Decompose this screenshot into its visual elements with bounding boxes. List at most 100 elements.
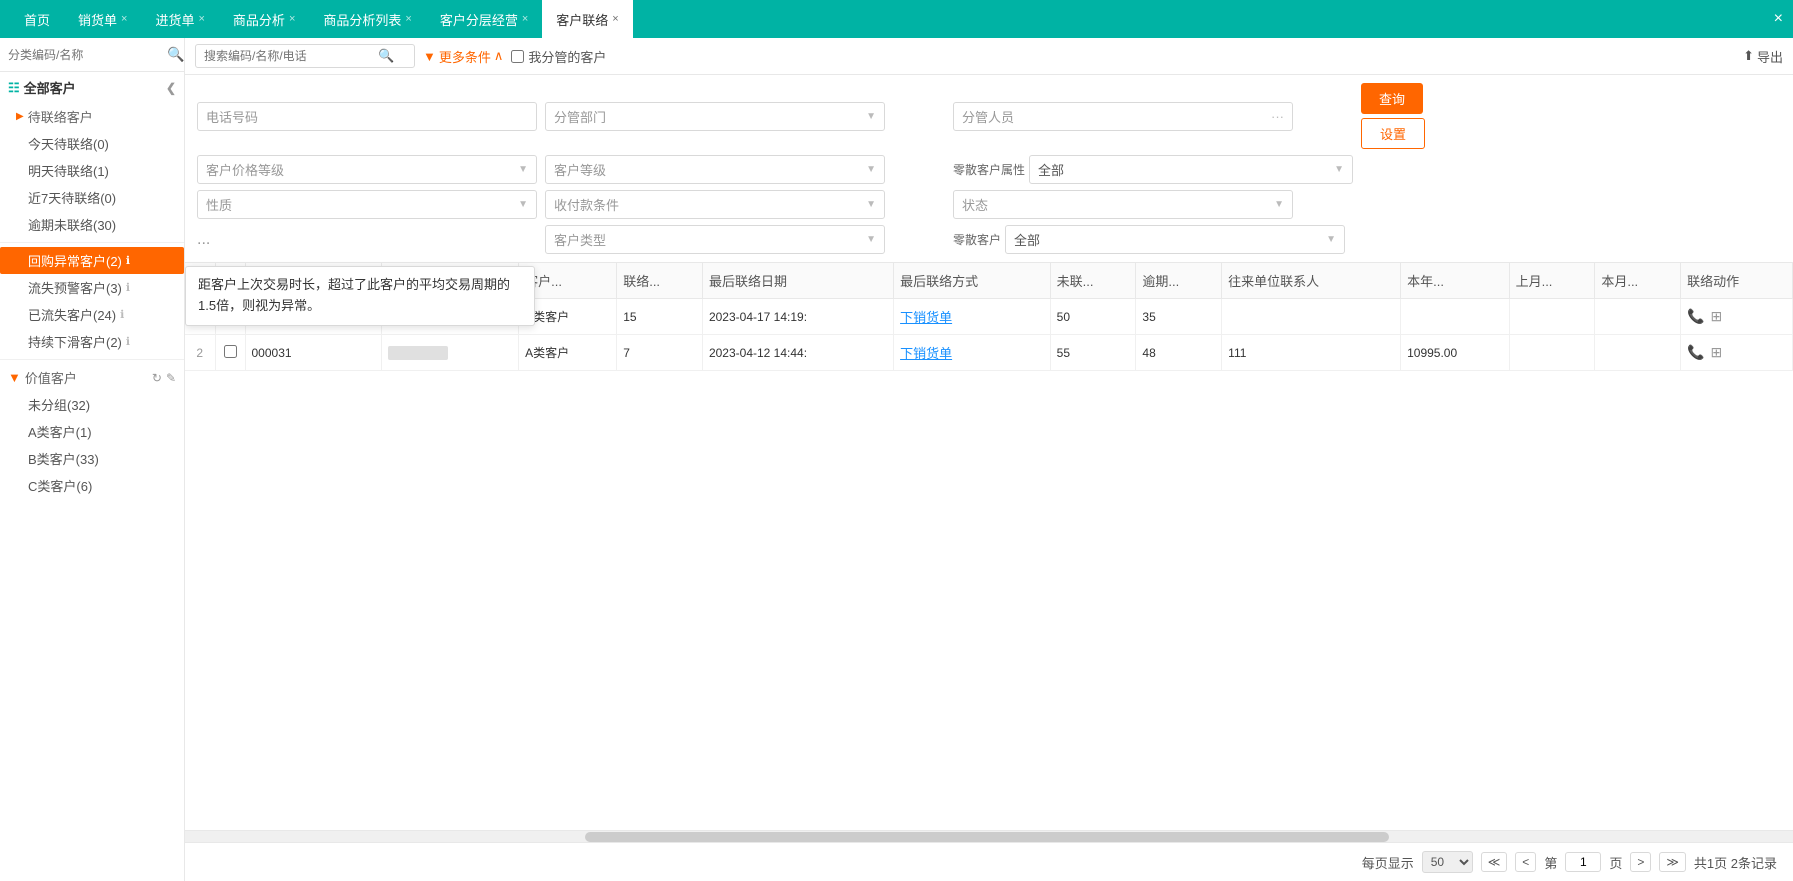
status-field[interactable]: 状态 ▼ <box>953 190 1293 219</box>
next-page-button[interactable]: > <box>1630 852 1651 872</box>
customer-level-field[interactable]: 客户等级 ▼ <box>545 155 885 184</box>
cell-not-contact: 50 <box>1050 299 1136 335</box>
sidebar-item-today[interactable]: 今天待联络(0) <box>0 130 184 157</box>
sidebar-item-churned[interactable]: 已流失客户(24) ℹ <box>0 301 184 328</box>
cell-checkbox <box>215 335 245 371</box>
more-conditions-button[interactable]: ▼ 更多条件 ∧ <box>423 47 503 66</box>
nav-tab-analysis-list[interactable]: 商品分析列表 × <box>309 0 425 38</box>
sidebar-item-c-class[interactable]: C类客户(6) <box>0 472 184 499</box>
export-button[interactable]: ⬆ 导出 <box>1743 47 1783 66</box>
cell-unit-contact: 111 <box>1222 335 1401 371</box>
more-filters-dots[interactable]: ... <box>197 231 210 249</box>
contact-action-icon[interactable]: 📞 <box>1687 308 1704 325</box>
scrollbar-thumb[interactable] <box>585 832 1389 842</box>
nav-tab-customer-layer[interactable]: 客户分层经营 × <box>426 0 542 38</box>
refresh-icon[interactable]: ↻ <box>152 371 162 385</box>
contact-action-icon[interactable]: 📞 <box>1687 344 1704 361</box>
gender-field[interactable]: 性质 ▼ <box>197 190 537 219</box>
retail-customer-field[interactable]: 全部 ▼ <box>1005 225 1345 254</box>
more-action-icon[interactable]: ⊞ <box>1711 308 1723 325</box>
sidebar-item-tomorrow[interactable]: 明天待联络(1) <box>0 157 184 184</box>
cell-overdue: 48 <box>1136 335 1222 371</box>
row-checkbox[interactable] <box>224 345 237 358</box>
dropdown-icon: ▼ <box>866 234 876 245</box>
sidebar-item-overdue[interactable]: 逾期未联络(30) <box>0 211 184 238</box>
nav-tab-purchase[interactable]: 进货单 × <box>141 0 218 38</box>
nav-tab-sales[interactable]: 销货单 × <box>64 0 141 38</box>
retail-customer-label: 零散客户 <box>953 231 1001 248</box>
filter-icon: ▼ <box>423 49 436 64</box>
close-icon[interactable]: × <box>405 13 411 25</box>
filter-row-1: 电话号码 分管部门 ▼ 分管人员 ··· 查询 <box>197 83 1781 149</box>
export-icon: ⬆ <box>1743 48 1754 64</box>
close-icon[interactable]: × <box>522 13 528 25</box>
pagination-bar: 每页显示 50 100 200 ≪ < 第 页 > ≫ 共1页 2条记录 <box>185 842 1793 881</box>
edit-icon[interactable]: ✎ <box>166 371 176 385</box>
filter-row-2: 客户价格等级 ▼ 客户等级 ▼ 零散客户属性 全部 ▼ <box>197 155 1781 184</box>
close-icon[interactable]: × <box>121 13 127 25</box>
customer-type-field[interactable]: 客户类型 ▼ <box>545 225 885 254</box>
sidebar-item-churn-warning[interactable]: 流失预警客户(3) ℹ <box>0 274 184 301</box>
retail-attr-field[interactable]: 全部 ▼ <box>1029 155 1353 184</box>
page-number-input[interactable] <box>1565 852 1601 872</box>
manager-field[interactable]: 分管人员 ··· <box>953 102 1293 131</box>
more-action-icon[interactable]: ⊞ <box>1711 344 1723 361</box>
sidebar-all-customers[interactable]: ☷ 全部客户 ❮ <box>0 72 184 103</box>
sidebar-item-declining[interactable]: 持续下滑客户(2) ℹ <box>0 328 184 355</box>
nav-tab-analysis[interactable]: 商品分析 × <box>219 0 309 38</box>
department-field[interactable]: 分管部门 ▼ <box>545 102 885 131</box>
col-unit-contact: 往来单位联系人 <box>1222 263 1401 299</box>
close-icon[interactable]: × <box>198 13 204 25</box>
sidebar-item-b-class[interactable]: B类客户(33) <box>0 445 184 472</box>
more-icon[interactable]: ··· <box>1271 109 1284 124</box>
advanced-filter: 电话号码 分管部门 ▼ 分管人员 ··· 查询 <box>185 75 1793 263</box>
page-size-select[interactable]: 50 100 200 <box>1422 851 1473 873</box>
contact-method-link[interactable]: 下销货单 <box>900 310 952 325</box>
collapse-icon[interactable]: ❮ <box>166 81 176 95</box>
contact-method-link[interactable]: 下销货单 <box>900 346 952 361</box>
col-last-contact-date: 最后联络日期 <box>702 263 893 299</box>
my-customers-filter[interactable]: 我分管的客户 <box>511 47 606 66</box>
set-button[interactable]: 设置 <box>1361 118 1425 149</box>
first-page-button[interactable]: ≪ <box>1481 852 1508 872</box>
cell-code: 000031 <box>245 335 382 371</box>
sidebar-item-ungrouped[interactable]: 未分组(32) <box>0 391 184 418</box>
phone-field[interactable]: 电话号码 <box>197 102 537 131</box>
sidebar-item-a-class[interactable]: A类客户(1) <box>0 418 184 445</box>
cell-last-month <box>1509 299 1595 335</box>
close-icon[interactable]: × <box>612 13 618 25</box>
last-page-button[interactable]: ≫ <box>1659 852 1686 872</box>
main-layout: 🔍 ☷ 全部客户 ❮ ▶ 待联络客户 今天待联络(0) 明天待联络(1) 近7天… <box>0 38 1793 881</box>
sidebar-item-7days[interactable]: 近7天待联络(0) <box>0 184 184 211</box>
sidebar-group-pending[interactable]: ▶ 待联络客户 <box>0 103 184 130</box>
search-icon[interactable]: 🔍 <box>378 48 394 64</box>
search-field: 🔍 <box>195 44 415 68</box>
sidebar-search-input[interactable] <box>8 48 163 62</box>
sidebar-group-value-customers[interactable]: ▼ 价值客户 ↻ ✎ <box>0 364 184 391</box>
nav-tab-customer-contact[interactable]: 客户联络 × <box>542 0 632 38</box>
info-icon: ℹ <box>126 281 130 294</box>
retail-attr-label: 零散客户属性 <box>953 161 1025 178</box>
cell-overdue: 35 <box>1136 299 1222 335</box>
search-input[interactable] <box>204 49 374 63</box>
col-last-month: 上月... <box>1509 263 1595 299</box>
dropdown-icon: ▼ <box>518 199 528 210</box>
payment-field[interactable]: 收付款条件 ▼ <box>545 190 885 219</box>
sidebar-search-icon[interactable]: 🔍 <box>167 46 184 63</box>
triangle-icon: ▶ <box>16 111 24 122</box>
price-level-field[interactable]: 客户价格等级 ▼ <box>197 155 537 184</box>
cell-action: 📞 ⊞ <box>1681 299 1793 335</box>
nav-tab-home[interactable]: 首页 <box>10 0 64 38</box>
horizontal-scrollbar[interactable] <box>185 830 1793 842</box>
close-icon[interactable]: × <box>289 13 295 25</box>
cell-num: 2 <box>185 335 215 371</box>
window-close-button[interactable]: × <box>1774 10 1783 28</box>
query-button[interactable]: 查询 <box>1361 83 1423 114</box>
cell-last-month <box>1509 335 1595 371</box>
cell-last-contact-method: 下销货单 <box>894 335 1051 371</box>
sidebar-item-rebuy-abnormal[interactable]: 回购异常客户(2) ℹ <box>0 247 184 274</box>
col-action: 联络动作 <box>1681 263 1793 299</box>
my-customers-checkbox[interactable] <box>511 50 524 63</box>
prev-page-button[interactable]: < <box>1515 852 1536 872</box>
cell-last-contact-method: 下销货单 <box>894 299 1051 335</box>
